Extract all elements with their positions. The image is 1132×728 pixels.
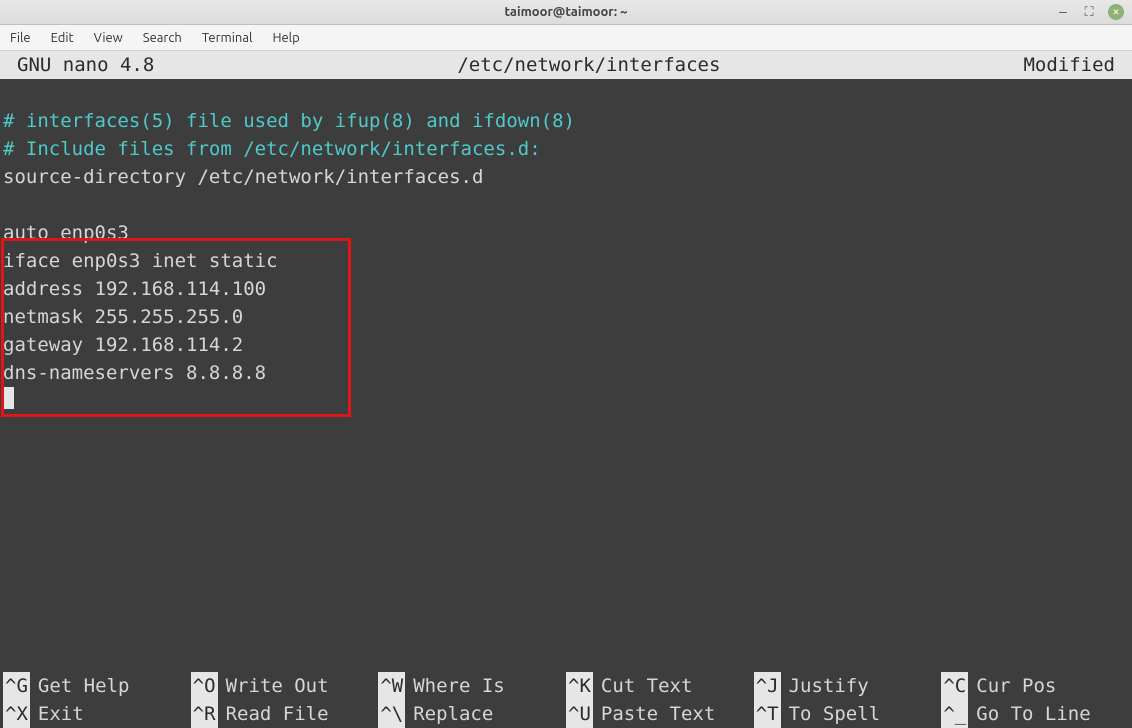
menu-file[interactable]: File (10, 31, 31, 45)
nano-header: GNU nano 4.8 /etc/network/interfaces Mod… (0, 51, 1132, 79)
menu-terminal[interactable]: Terminal (202, 31, 253, 45)
window-title: taimoor@taimoor: ~ (505, 5, 628, 19)
config-line: address 192.168.114.100 (3, 278, 266, 300)
editor-content[interactable]: # interfaces(5) file used by ifup(8) and… (0, 79, 1132, 417)
text-cursor (3, 387, 14, 409)
config-line: netmask 255.255.255.0 (3, 306, 243, 328)
shortcut-go-to-line[interactable]: ^_Go To Line (941, 700, 1129, 728)
shortcut-row: ^GGet Help ^OWrite Out ^WWhere Is ^KCut … (3, 672, 1129, 700)
minimize-button[interactable]: – (1056, 5, 1070, 19)
close-button[interactable]: ✕ (1108, 4, 1124, 20)
shortcut-write-out[interactable]: ^OWrite Out (191, 672, 379, 700)
menu-bar: File Edit View Search Terminal Help (0, 25, 1132, 51)
nano-file-path: /etc/network/interfaces (154, 51, 1023, 79)
config-line: auto enp0s3 (3, 222, 129, 244)
shortcut-get-help[interactable]: ^GGet Help (3, 672, 191, 700)
config-line: dns-nameservers 8.8.8.8 (3, 362, 266, 384)
menu-view[interactable]: View (94, 31, 123, 45)
menu-help[interactable]: Help (272, 31, 299, 45)
comment-line: # Include files from /etc/network/interf… (3, 138, 541, 160)
shortcut-read-file[interactable]: ^RRead File (191, 700, 379, 728)
window-titlebar: taimoor@taimoor: ~ – ⛶ ✕ (0, 0, 1132, 25)
shortcut-justify[interactable]: ^JJustify (754, 672, 942, 700)
terminal-area[interactable]: GNU nano 4.8 /etc/network/interfaces Mod… (0, 51, 1132, 728)
config-line: iface enp0s3 inet static (3, 250, 278, 272)
nano-status: Modified (1023, 51, 1129, 79)
nano-shortcuts: ^GGet Help ^OWrite Out ^WWhere Is ^KCut … (0, 672, 1132, 728)
shortcut-replace[interactable]: ^\Replace (378, 700, 566, 728)
comment-line: # interfaces(5) file used by ifup(8) and… (3, 110, 575, 132)
menu-edit[interactable]: Edit (51, 31, 74, 45)
maximize-button[interactable]: ⛶ (1082, 5, 1096, 19)
menu-search[interactable]: Search (143, 31, 182, 45)
config-line: gateway 192.168.114.2 (3, 334, 243, 356)
shortcut-cut-text[interactable]: ^KCut Text (566, 672, 754, 700)
config-line: source-directory /etc/network/interfaces… (3, 166, 483, 188)
shortcut-cur-pos[interactable]: ^CCur Pos (941, 672, 1129, 700)
shortcut-row: ^XExit ^RRead File ^\Replace ^UPaste Tex… (3, 700, 1129, 728)
shortcut-exit[interactable]: ^XExit (3, 700, 191, 728)
nano-app-title: GNU nano 4.8 (3, 51, 154, 79)
shortcut-to-spell[interactable]: ^TTo Spell (754, 700, 942, 728)
shortcut-where-is[interactable]: ^WWhere Is (378, 672, 566, 700)
window-controls: – ⛶ ✕ (1056, 4, 1124, 20)
shortcut-paste-text[interactable]: ^UPaste Text (566, 700, 754, 728)
